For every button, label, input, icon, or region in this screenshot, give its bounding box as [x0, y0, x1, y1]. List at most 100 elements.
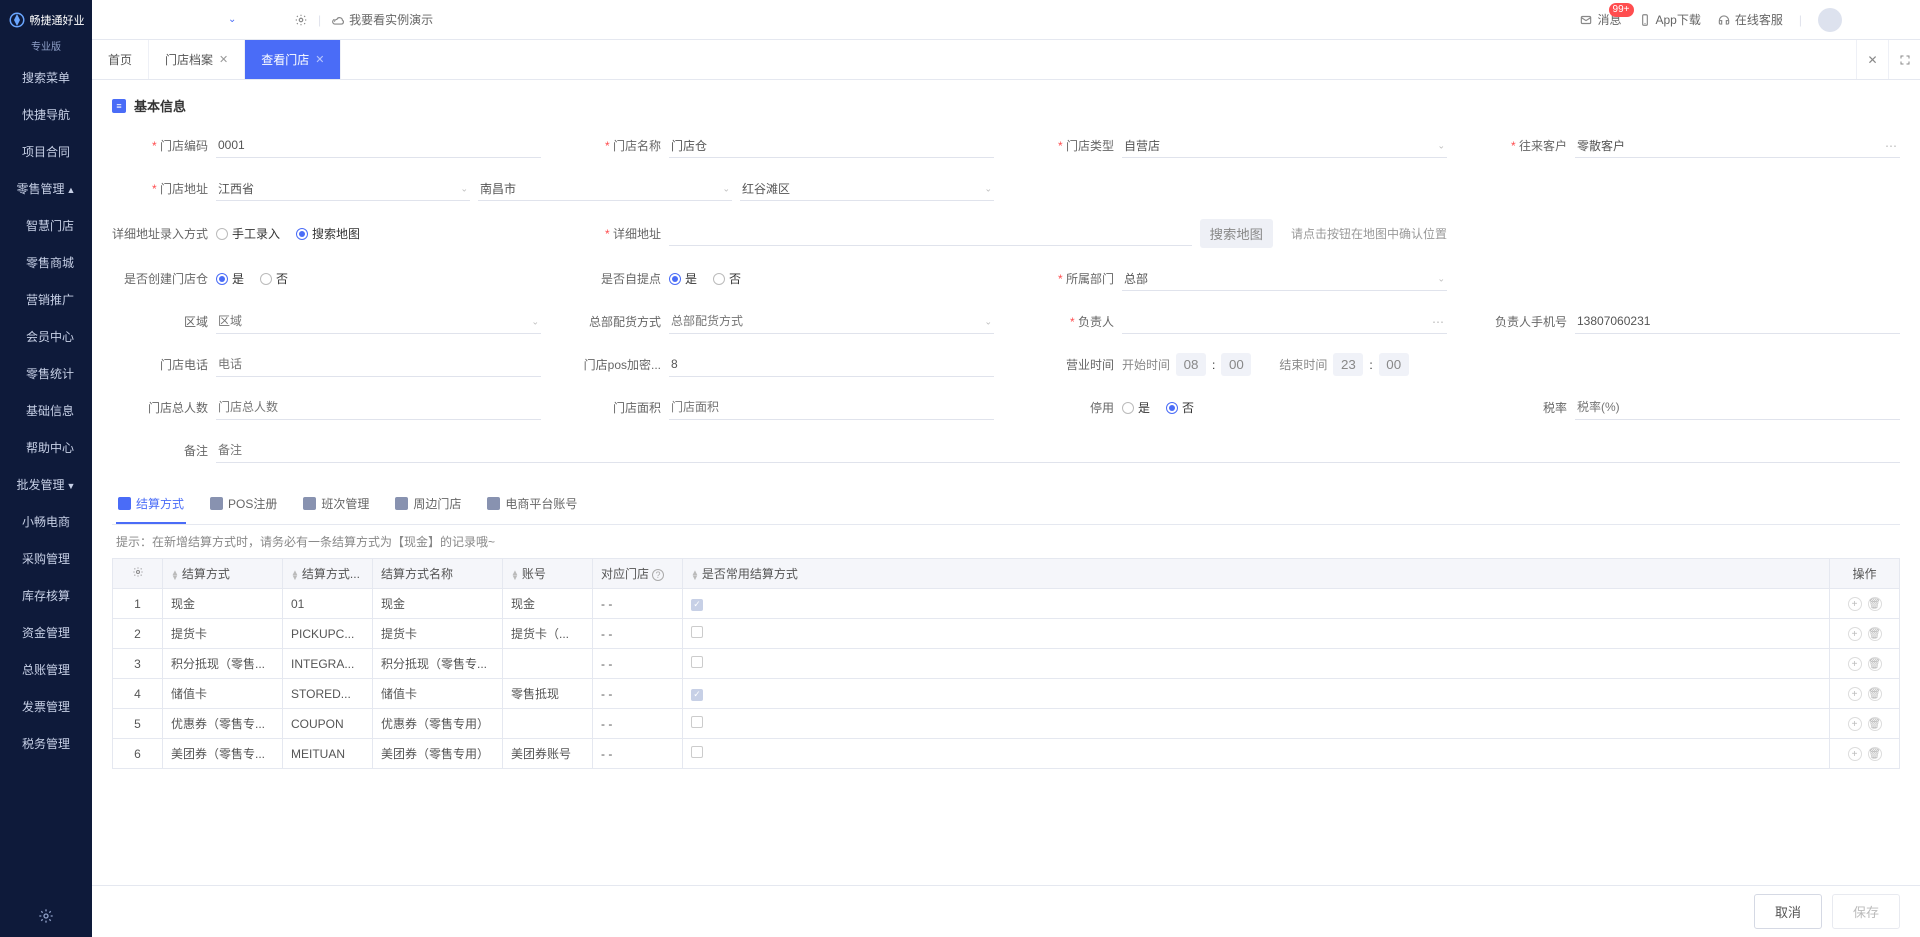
- owner-select[interactable]: [1122, 309, 1447, 334]
- table-row[interactable]: 4储值卡STORED...储值卡零售抵现- -+🗑: [113, 679, 1900, 709]
- sidebar-item[interactable]: 搜索菜单: [0, 59, 92, 96]
- sidebar-item[interactable]: 帮助中心: [0, 429, 92, 466]
- sidebar-item[interactable]: 库存核算: [0, 577, 92, 614]
- table-row[interactable]: 5优惠券（零售专...COUPON优惠券（零售专用）- -+🗑: [113, 709, 1900, 739]
- pos-encrypt-input[interactable]: [669, 352, 994, 377]
- store-code-input[interactable]: [216, 133, 541, 158]
- avatar[interactable]: [1818, 8, 1842, 32]
- cancel-button[interactable]: 取消: [1754, 894, 1822, 929]
- checkbox[interactable]: [691, 689, 703, 701]
- inner-tab[interactable]: 结算方式: [116, 485, 186, 524]
- tab[interactable]: 首页: [92, 40, 149, 79]
- delete-row-button[interactable]: 🗑: [1868, 747, 1882, 761]
- inner-tab[interactable]: 班次管理: [301, 485, 371, 524]
- delete-row-button[interactable]: 🗑: [1868, 627, 1882, 641]
- sidebar-item[interactable]: 小畅电商: [0, 503, 92, 540]
- start-min-input[interactable]: [1221, 353, 1251, 376]
- customer-service-button[interactable]: 在线客服: [1717, 11, 1783, 28]
- inner-tab[interactable]: 电商平台账号: [485, 485, 579, 524]
- gear-icon[interactable]: [294, 13, 308, 27]
- add-row-button[interactable]: +: [1848, 687, 1862, 701]
- customer-select[interactable]: [1575, 133, 1900, 158]
- table-row[interactable]: 3积分抵现（零售...INTEGRA...积分抵现（零售专...- -+🗑: [113, 649, 1900, 679]
- tax-rate-input[interactable]: [1575, 395, 1900, 420]
- end-min-input[interactable]: [1379, 353, 1409, 376]
- close-icon[interactable]: ✕: [219, 53, 228, 66]
- department-select[interactable]: [1122, 266, 1447, 291]
- owner-phone-input[interactable]: [1575, 309, 1900, 334]
- delete-row-button[interactable]: 🗑: [1868, 657, 1882, 671]
- table-header-store[interactable]: 对应门店?: [593, 559, 683, 589]
- selfpick-yes-radio[interactable]: 是: [669, 270, 697, 287]
- table-header-method[interactable]: ▲▼结算方式: [163, 559, 283, 589]
- table-header-gear[interactable]: [113, 559, 163, 589]
- table-row[interactable]: 1现金01现金现金- -+🗑: [113, 589, 1900, 619]
- sidebar-item[interactable]: 快捷导航: [0, 96, 92, 133]
- sidebar-item[interactable]: 零售统计: [0, 355, 92, 392]
- selfpick-no-radio[interactable]: 否: [713, 270, 741, 287]
- sidebar-item[interactable]: 零售商城: [0, 244, 92, 281]
- area-select[interactable]: [216, 309, 541, 334]
- detail-address-input[interactable]: [669, 221, 1192, 246]
- save-button[interactable]: 保存: [1832, 894, 1900, 929]
- addr-mode-map-radio[interactable]: 搜索地图: [296, 225, 360, 242]
- help-icon[interactable]: ?: [652, 569, 664, 581]
- checkbox[interactable]: [691, 746, 703, 758]
- table-header-account[interactable]: ▲▼账号: [503, 559, 593, 589]
- add-row-button[interactable]: +: [1848, 597, 1862, 611]
- close-icon[interactable]: ✕: [315, 53, 324, 66]
- district-select[interactable]: [740, 176, 994, 201]
- add-row-button[interactable]: +: [1848, 747, 1862, 761]
- sidebar-item[interactable]: 零售管理▲: [0, 170, 92, 207]
- search-map-button[interactable]: 搜索地图: [1200, 219, 1273, 248]
- sidebar-item[interactable]: 智慧门店: [0, 207, 92, 244]
- store-name-input[interactable]: [669, 133, 994, 158]
- add-row-button[interactable]: +: [1848, 627, 1862, 641]
- disabled-yes-radio[interactable]: 是: [1122, 399, 1150, 416]
- sidebar-settings[interactable]: [0, 898, 92, 937]
- table-header-common[interactable]: ▲▼是否常用结算方式: [683, 559, 1830, 589]
- area-sqm-input[interactable]: [669, 395, 994, 420]
- sidebar-item[interactable]: 总账管理: [0, 651, 92, 688]
- start-hour-input[interactable]: [1176, 353, 1206, 376]
- addr-mode-manual-radio[interactable]: 手工录入: [216, 225, 280, 242]
- tab[interactable]: 查看门店✕: [245, 40, 341, 79]
- remark-input[interactable]: [216, 438, 1900, 463]
- inner-tab[interactable]: POS注册: [208, 485, 279, 524]
- sidebar-item[interactable]: 批发管理▼: [0, 466, 92, 503]
- checkbox[interactable]: [691, 626, 703, 638]
- sidebar-item[interactable]: 资金管理: [0, 614, 92, 651]
- checkbox[interactable]: [691, 716, 703, 728]
- sidebar-item[interactable]: 会员中心: [0, 318, 92, 355]
- table-header-code[interactable]: ▲▼结算方式...: [283, 559, 373, 589]
- ship-mode-select[interactable]: [669, 309, 994, 334]
- checkbox[interactable]: [691, 656, 703, 668]
- org-selector[interactable]: ⌄: [104, 14, 284, 25]
- add-row-button[interactable]: +: [1848, 657, 1862, 671]
- table-header-name[interactable]: 结算方式名称: [373, 559, 503, 589]
- inner-tab[interactable]: 周边门店: [393, 485, 463, 524]
- checkbox[interactable]: [691, 599, 703, 611]
- sidebar-item[interactable]: 税务管理: [0, 725, 92, 762]
- delete-row-button[interactable]: 🗑: [1868, 717, 1882, 731]
- create-wh-no-radio[interactable]: 否: [260, 270, 288, 287]
- table-row[interactable]: 6美团券（零售专...MEITUAN美团券（零售专用）美团券账号- -+🗑: [113, 739, 1900, 769]
- app-download-button[interactable]: App下载: [1638, 11, 1701, 28]
- province-select[interactable]: [216, 176, 470, 201]
- messages-button[interactable]: 消息 99+: [1579, 11, 1621, 28]
- staff-count-input[interactable]: [216, 395, 541, 420]
- tab[interactable]: 门店档案✕: [149, 40, 245, 79]
- sidebar-item[interactable]: 营销推广: [0, 281, 92, 318]
- end-hour-input[interactable]: [1333, 353, 1363, 376]
- table-row[interactable]: 2提货卡PICKUPC...提货卡提货卡（...- -+🗑: [113, 619, 1900, 649]
- sidebar-item[interactable]: 采购管理: [0, 540, 92, 577]
- delete-row-button[interactable]: 🗑: [1868, 597, 1882, 611]
- delete-row-button[interactable]: 🗑: [1868, 687, 1882, 701]
- sidebar-item[interactable]: 发票管理: [0, 688, 92, 725]
- close-all-tabs-button[interactable]: ✕: [1856, 40, 1888, 79]
- demo-link[interactable]: 我要看实例演示: [331, 11, 433, 28]
- fullscreen-button[interactable]: [1888, 40, 1920, 79]
- store-tel-input[interactable]: [216, 352, 541, 377]
- store-type-select[interactable]: [1122, 133, 1447, 158]
- city-select[interactable]: [478, 176, 732, 201]
